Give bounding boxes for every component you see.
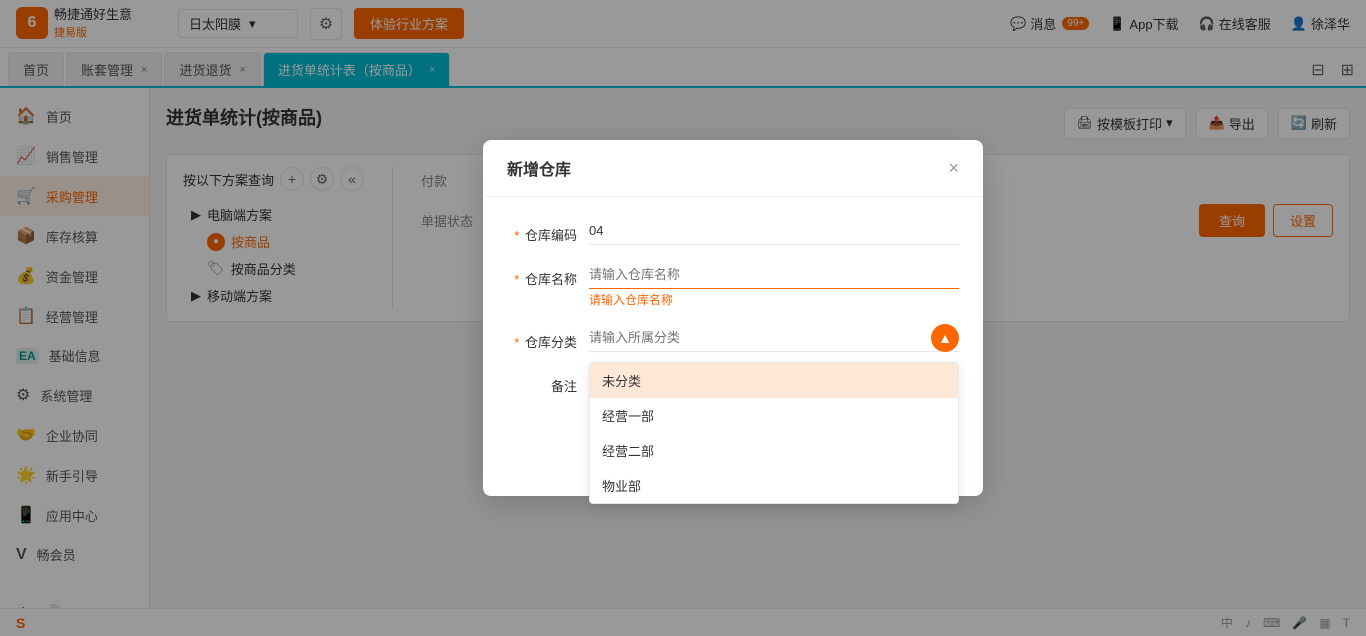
name-input[interactable] [589, 261, 959, 289]
dropdown-item-ops1[interactable]: 经营一部 [590, 398, 958, 433]
dropdown-item-ops2[interactable]: 经营二部 [590, 433, 958, 468]
name-control-wrap: 请输入仓库名称 [589, 261, 959, 308]
form-row-category: * 仓库分类 ▲ 未分类 经营一部 经营二部 [507, 324, 959, 352]
code-label: * 仓库编码 [507, 217, 577, 244]
category-label: * 仓库分类 [507, 324, 577, 351]
code-input[interactable] [589, 217, 959, 245]
modal-close-btn[interactable]: × [948, 158, 959, 179]
category-input[interactable] [589, 324, 959, 352]
category-dropdown-list: 未分类 经营一部 经营二部 物业部 [589, 362, 959, 504]
name-label: * 仓库名称 [507, 261, 577, 288]
category-dropdown-arrow[interactable]: ▲ [931, 324, 959, 352]
modal-header: 新增仓库 × [483, 140, 983, 197]
dropdown-item-property[interactable]: 物业部 [590, 468, 958, 503]
chevron-up-icon: ▲ [938, 330, 952, 346]
modal-title: 新增仓库 [507, 156, 571, 180]
modal-body: * 仓库编码 * 仓库名称 请输入仓库名称 * 仓库分类 [483, 197, 983, 432]
name-error-msg: 请输入仓库名称 [589, 291, 959, 308]
dropdown-item-uncategorized[interactable]: 未分类 [590, 363, 958, 398]
category-dropdown-wrap: ▲ 未分类 经营一部 经营二部 物业部 [589, 324, 959, 352]
notes-label: 备注 [507, 368, 577, 395]
modal-new-warehouse: 新增仓库 × * 仓库编码 * 仓库名称 请输入仓库名称 * [483, 140, 983, 496]
form-row-code: * 仓库编码 [507, 217, 959, 245]
form-row-name: * 仓库名称 请输入仓库名称 [507, 261, 959, 308]
